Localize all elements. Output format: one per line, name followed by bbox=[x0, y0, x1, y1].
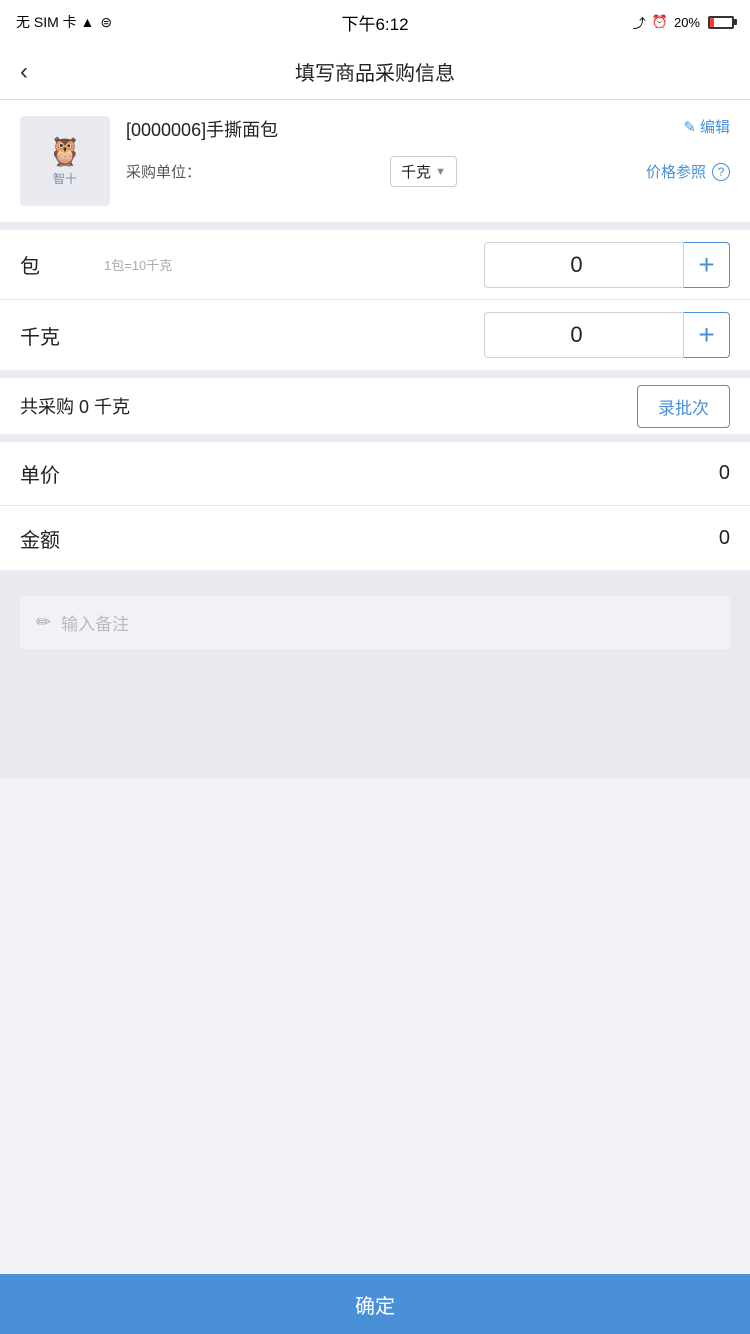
product-owl-icon: 🦉 bbox=[48, 135, 83, 168]
kg-input-row: 千克 + bbox=[0, 300, 750, 370]
bao-sublabel: 1包=10千克 bbox=[104, 255, 172, 274]
unit-select[interactable]: 千克 ▼ bbox=[390, 156, 457, 187]
kg-input-wrapper: + bbox=[484, 312, 730, 358]
summary-text: 共采购 0 千克 bbox=[20, 393, 130, 419]
sim-label: 无 SIM 卡 ▲ bbox=[16, 12, 94, 32]
product-image-label: 智十 bbox=[53, 170, 77, 187]
bao-input-wrapper: + bbox=[484, 242, 730, 288]
product-header: [0000006]手撕面包 ✎ 编辑 bbox=[126, 116, 730, 142]
confirm-button-label: 确定 bbox=[355, 1290, 395, 1319]
alarm-icon: ⏰ bbox=[652, 14, 668, 30]
unit-price-row: 单价 0 bbox=[0, 442, 750, 506]
battery-percent: 20% bbox=[674, 15, 700, 30]
status-bar: 无 SIM 卡 ▲ ⊜ 下午6:12 ⤴ ⏰ 20% bbox=[0, 0, 750, 44]
bao-input-row: 包 1包=10千克 + bbox=[0, 230, 750, 300]
price-section: 单价 0 金额 0 bbox=[0, 442, 750, 578]
chevron-down-icon: ▼ bbox=[435, 166, 446, 178]
kg-label: 千克 bbox=[20, 321, 100, 350]
price-ref-label: 价格参照 bbox=[646, 161, 706, 182]
product-name: [0000006]手撕面包 bbox=[126, 116, 683, 142]
battery-icon bbox=[708, 16, 734, 29]
status-left: 无 SIM 卡 ▲ ⊜ bbox=[16, 12, 112, 32]
product-image: 🦉 智十 bbox=[20, 116, 110, 206]
kg-plus-button[interactable]: + bbox=[684, 312, 730, 358]
amount-row: 金额 0 bbox=[0, 506, 750, 570]
status-right: ⤴ ⏰ 20% bbox=[633, 13, 734, 32]
bao-input[interactable] bbox=[484, 242, 684, 288]
page-title: 填写商品采购信息 bbox=[295, 57, 455, 86]
bao-plus-button[interactable]: + bbox=[684, 242, 730, 288]
wifi-icon: ⊜ bbox=[100, 14, 112, 31]
notes-placeholder: 输入备注 bbox=[61, 610, 129, 635]
edit-button[interactable]: ✎ 编辑 bbox=[683, 116, 730, 137]
unit-value: 千克 bbox=[401, 161, 431, 182]
back-button[interactable]: ‹ bbox=[20, 58, 44, 86]
notes-section: ✏ 输入备注 bbox=[0, 578, 750, 778]
confirm-button[interactable]: 确定 bbox=[0, 1274, 750, 1334]
price-ref-button[interactable]: 价格参照 ? bbox=[646, 161, 730, 182]
status-time: 下午6:12 bbox=[341, 10, 408, 35]
pencil-icon: ✏ bbox=[36, 612, 51, 633]
input-section: 包 1包=10千克 + 千克 + bbox=[0, 230, 750, 378]
help-icon: ? bbox=[712, 163, 730, 181]
summary-row: 共采购 0 千克 录批次 bbox=[0, 378, 750, 442]
amount-label: 金额 bbox=[20, 524, 60, 553]
kg-input[interactable] bbox=[484, 312, 684, 358]
location-icon: ⤴ bbox=[633, 13, 646, 32]
unit-price-value: 0 bbox=[719, 462, 730, 485]
edit-icon: ✎ bbox=[683, 118, 696, 136]
product-unit-row: 采购单位： 千克 ▼ 价格参照 ? bbox=[126, 156, 730, 187]
edit-label: 编辑 bbox=[700, 116, 730, 137]
batch-button[interactable]: 录批次 bbox=[637, 385, 730, 428]
product-card: 🦉 智十 [0000006]手撕面包 ✎ 编辑 采购单位： 千克 ▼ 价格参照 … bbox=[0, 100, 750, 230]
product-info: [0000006]手撕面包 ✎ 编辑 采购单位： 千克 ▼ 价格参照 ? bbox=[126, 116, 730, 187]
notes-input-area[interactable]: ✏ 输入备注 bbox=[20, 596, 730, 649]
amount-value: 0 bbox=[719, 527, 730, 550]
unit-label: 采购单位： bbox=[126, 161, 201, 182]
bao-label: 包 bbox=[20, 250, 100, 279]
unit-price-label: 单价 bbox=[20, 459, 60, 488]
nav-bar: ‹ 填写商品采购信息 bbox=[0, 44, 750, 100]
